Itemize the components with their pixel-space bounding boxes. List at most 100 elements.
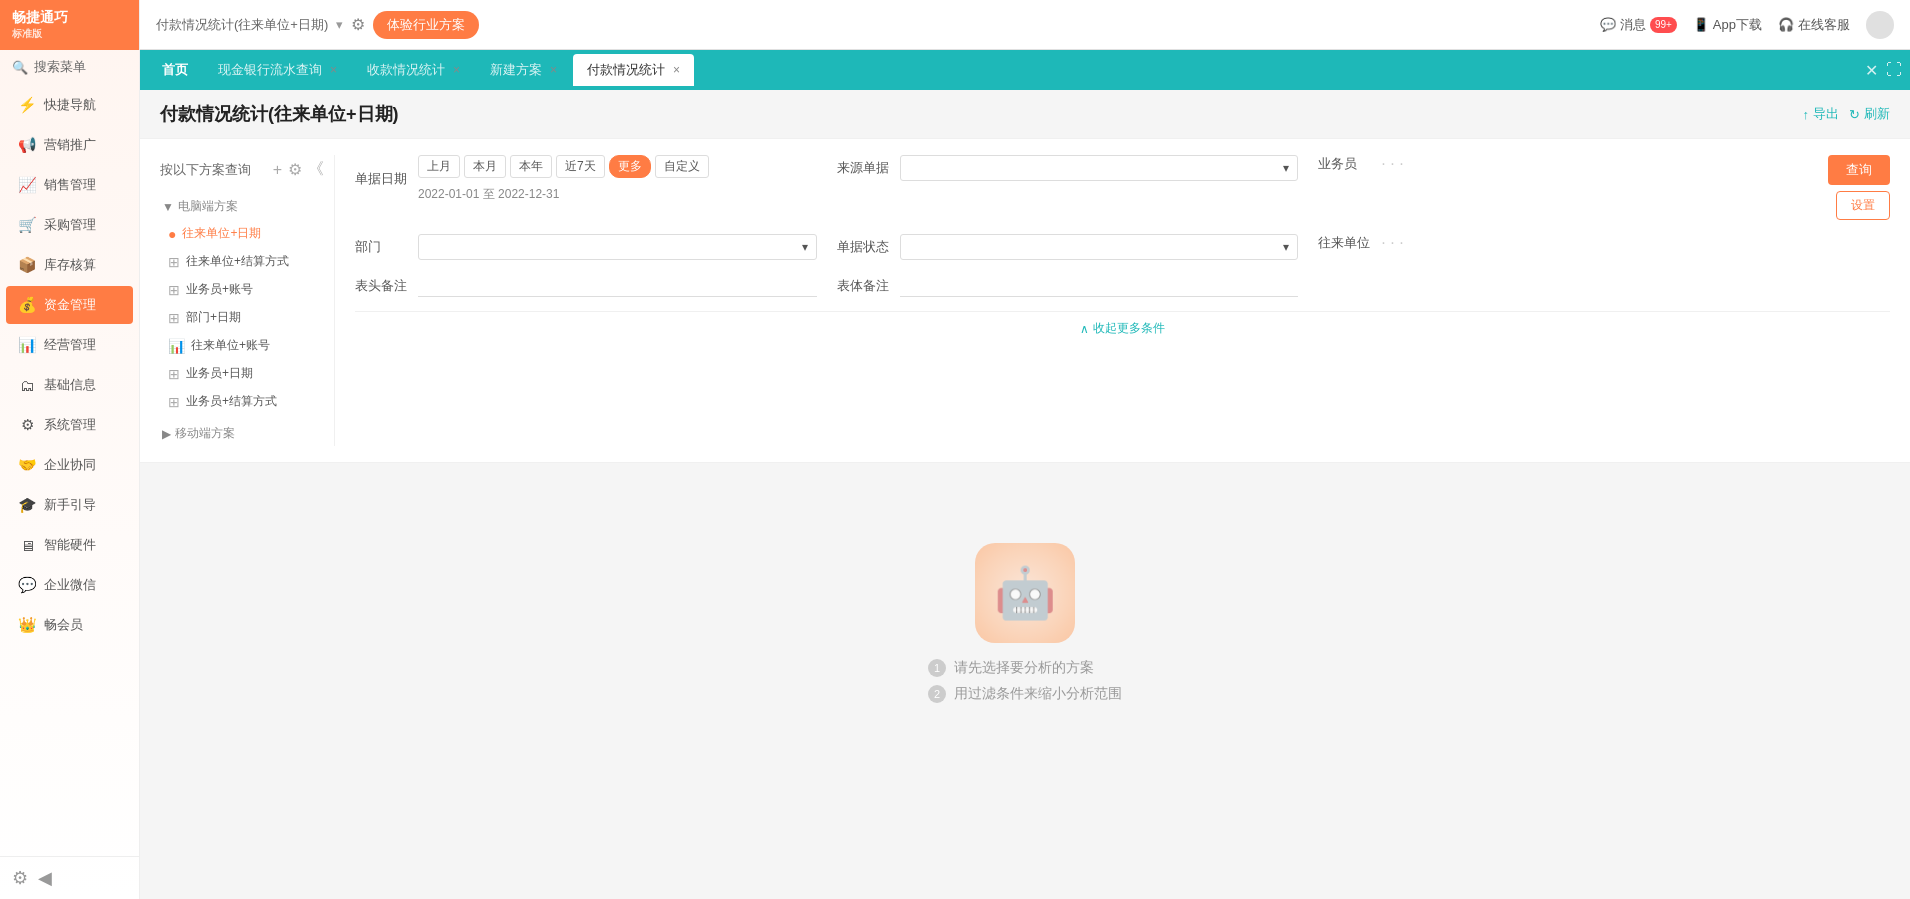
tab-receipt[interactable]: 收款情况统计× [353, 54, 474, 86]
search-menu[interactable]: 🔍 搜索菜单 [0, 50, 139, 84]
topbar-settings-icon[interactable]: ⚙ [351, 15, 365, 34]
footer-settings-icon[interactable]: ⚙ [12, 867, 28, 889]
tab-close-all-btn[interactable]: ✕ [1865, 61, 1878, 80]
date-btn-1[interactable]: 本月 [464, 155, 506, 178]
scheme-label-6: 业务员+结算方式 [186, 393, 277, 410]
source-group: 来源单据 ▾ [837, 155, 1299, 181]
quick-nav-icon: ⚡ [18, 96, 36, 114]
sidebar-item-label-system: 系统管理 [44, 416, 96, 434]
table-header-note-input[interactable] [418, 274, 817, 297]
voucher-status-select[interactable]: ▾ [900, 234, 1299, 260]
tip-text-2: 用过滤条件来缩小分析范围 [954, 685, 1122, 703]
app-icon: 📱 [1693, 17, 1709, 32]
source-select[interactable]: ▾ [900, 155, 1299, 181]
date-btn-2[interactable]: 本年 [510, 155, 552, 178]
table-header-note-group: 表头备注 [355, 274, 817, 297]
tab-close-payment[interactable]: × [673, 63, 680, 77]
sidebar-item-label-hardware: 智能硬件 [44, 536, 96, 554]
collapse-more-btn[interactable]: ∧ 收起更多条件 [355, 311, 1890, 345]
sidebar-item-system[interactable]: ⚙系统管理 [6, 406, 133, 444]
service-btn[interactable]: 🎧 在线客服 [1778, 16, 1850, 34]
date-btn-4[interactable]: 更多 [609, 155, 651, 178]
scheme-collapse-btn[interactable]: 《 [308, 159, 324, 180]
filter-panel: 按以下方案查询 + ⚙ 《 ▼ 电脑端方案 ●往来单位+日期⊞往来单位+结算方式… [140, 139, 1910, 463]
scheme-label-1: 往来单位+结算方式 [186, 253, 289, 270]
dept-select[interactable]: ▾ [418, 234, 817, 260]
scheme-item-3[interactable]: ⊞部门+日期 [160, 304, 324, 331]
tab-payment[interactable]: 付款情况统计× [573, 54, 694, 86]
sidebar-item-finance[interactable]: 💰资金管理 [6, 286, 133, 324]
table-body-note-input[interactable] [900, 274, 1299, 297]
tab-close-receipt[interactable]: × [453, 63, 460, 77]
filter-settings-btn[interactable]: 设置 [1836, 191, 1890, 220]
tab-close-cash[interactable]: × [330, 63, 337, 77]
scheme-item-2[interactable]: ⊞业务员+账号 [160, 276, 324, 303]
voucher-date-group: 单据日期 上月本月本年近7天更多自定义 2022-01-01 至 2022-12… [355, 155, 817, 203]
sidebar-item-enterprise[interactable]: 🤝企业协同 [6, 446, 133, 484]
tab-expand-btn[interactable]: ⛶ [1886, 61, 1902, 79]
date-btn-5[interactable]: 自定义 [655, 155, 709, 178]
trial-btn[interactable]: 体验行业方案 [373, 11, 479, 39]
tab-close-new-scheme[interactable]: × [550, 63, 557, 77]
scheme-header-label: 按以下方案查询 [160, 161, 251, 179]
sidebar-item-purchase[interactable]: 🛒采购管理 [6, 206, 133, 244]
sidebar-item-hardware[interactable]: 🖥智能硬件 [6, 526, 133, 564]
refresh-icon: ↻ [1849, 107, 1860, 122]
topbar-dropdown-icon[interactable]: ▾ [336, 17, 343, 32]
sidebar-item-guide[interactable]: 🎓新手引导 [6, 486, 133, 524]
sidebar: 畅捷通巧 标准版 🔍 搜索菜单 ⚡快捷导航📢营销推广📈销售管理🛒采购管理📦库存核… [0, 0, 140, 899]
app-download-btn[interactable]: 📱 App下载 [1693, 16, 1762, 34]
tab-home[interactable]: 首页 [148, 54, 202, 86]
tab-label-home: 首页 [162, 61, 188, 79]
main-area: 付款情况统计(往来单位+日期) ▾ ⚙ 体验行业方案 💬 消息 99+ 📱 Ap… [140, 0, 1910, 899]
avatar[interactable] [1866, 11, 1894, 39]
scheme-add-btn[interactable]: + [273, 161, 282, 179]
sidebar-item-inventory[interactable]: 📦库存核算 [6, 246, 133, 284]
date-btn-0[interactable]: 上月 [418, 155, 460, 178]
sidebar-footer: ⚙ ◀ [0, 856, 139, 899]
message-label: 消息 [1620, 16, 1646, 34]
mobile-group-label: 移动端方案 [175, 425, 235, 442]
mobile-group-arrow: ▶ [162, 427, 171, 441]
filter-row-2: 部门 ▾ 单据状态 ▾ 往来单位 · · · [355, 234, 1890, 260]
message-btn[interactable]: 💬 消息 99+ [1600, 16, 1677, 34]
sales-icon: 📈 [18, 176, 36, 194]
mobile-group-title[interactable]: ▶ 移动端方案 [160, 421, 324, 446]
scheme-item-6[interactable]: ⊞业务员+结算方式 [160, 388, 324, 415]
sidebar-item-operation[interactable]: 📊经营管理 [6, 326, 133, 364]
scheme-item-5[interactable]: ⊞业务员+日期 [160, 360, 324, 387]
filter-row-1: 单据日期 上月本月本年近7天更多自定义 2022-01-01 至 2022-12… [355, 155, 1890, 220]
dept-select-arrow: ▾ [802, 240, 808, 254]
scheme-label-2: 业务员+账号 [186, 281, 253, 298]
scheme-item-1[interactable]: ⊞往来单位+结算方式 [160, 248, 324, 275]
related-party-dots: · · · [1381, 234, 1403, 252]
page-title: 付款情况统计(往来单位+日期) [160, 102, 1803, 126]
tab-cash[interactable]: 现金银行流水查询× [204, 54, 351, 86]
filters-area: 单据日期 上月本月本年近7天更多自定义 2022-01-01 至 2022-12… [335, 155, 1890, 446]
sidebar-item-label-wechat: 企业微信 [44, 576, 96, 594]
date-btn-3[interactable]: 近7天 [556, 155, 605, 178]
sidebar-item-label-basic: 基础信息 [44, 376, 96, 394]
footer-collapse-icon[interactable]: ◀ [38, 867, 52, 889]
sidebar-item-sales[interactable]: 📈销售管理 [6, 166, 133, 204]
scheme-header: 按以下方案查询 + ⚙ 《 [160, 155, 324, 188]
scheme-item-0[interactable]: ●往来单位+日期 [160, 220, 324, 247]
sidebar-item-quick-nav[interactable]: ⚡快捷导航 [6, 86, 133, 124]
service-icon: 🎧 [1778, 17, 1794, 32]
scheme-settings-btn[interactable]: ⚙ [288, 160, 302, 179]
tab-new-scheme[interactable]: 新建方案× [476, 54, 571, 86]
table-header-note-label: 表头备注 [355, 277, 410, 295]
export-btn[interactable]: ↑ 导出 [1803, 105, 1840, 123]
sidebar-item-wechat[interactable]: 💬企业微信 [6, 566, 133, 604]
desktop-group-title[interactable]: ▼ 电脑端方案 [160, 194, 324, 219]
guide-icon: 🎓 [18, 496, 36, 514]
sidebar-item-basic[interactable]: 🗂基础信息 [6, 366, 133, 404]
scheme-item-4[interactable]: 📊往来单位+账号 [160, 332, 324, 359]
page-header: 付款情况统计(往来单位+日期) ↑ 导出 ↻ 刷新 [140, 90, 1910, 139]
sidebar-logo: 畅捷通巧 标准版 [0, 0, 139, 50]
sidebar-item-member[interactable]: 👑畅会员 [6, 606, 133, 644]
query-btn[interactable]: 查询 [1828, 155, 1890, 185]
refresh-btn[interactable]: ↻ 刷新 [1849, 105, 1890, 123]
search-label: 搜索菜单 [34, 58, 86, 76]
sidebar-item-marketing[interactable]: 📢营销推广 [6, 126, 133, 164]
